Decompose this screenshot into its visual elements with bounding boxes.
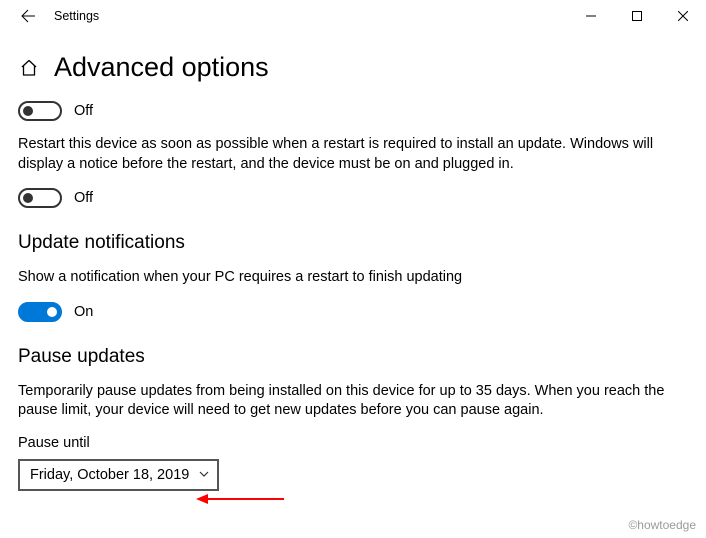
maximize-button[interactable]	[614, 0, 660, 32]
minimize-button[interactable]	[568, 0, 614, 32]
restart-description: Restart this device as soon as possible …	[18, 135, 688, 174]
pause-updates-heading: Pause updates	[18, 346, 688, 368]
toggle-1[interactable]	[18, 101, 62, 121]
home-icon[interactable]	[18, 57, 40, 79]
pause-updates-body: Temporarily pause updates from being ins…	[18, 382, 688, 421]
title-bar: Settings	[0, 0, 706, 32]
pause-until-dropdown[interactable]: Friday, October 18, 2019	[18, 459, 219, 491]
page-title: Advanced options	[54, 52, 269, 83]
minimize-icon	[586, 11, 596, 21]
home-icon-svg	[19, 58, 39, 78]
pause-until-value: Friday, October 18, 2019	[30, 467, 189, 483]
page-header: Advanced options	[18, 52, 688, 83]
toggle-2[interactable]	[18, 188, 62, 208]
watermark: ©howtoedge	[628, 518, 696, 532]
toggle-knob	[23, 106, 33, 116]
close-button[interactable]	[660, 0, 706, 32]
window-controls	[568, 0, 706, 32]
toggle-1-label: Off	[74, 103, 93, 119]
toggle-row-2: Off	[18, 188, 688, 208]
content-area: Advanced options Off Restart this device…	[0, 32, 706, 491]
pause-until-label: Pause until	[18, 435, 688, 451]
toggle-row-1: Off	[18, 101, 688, 121]
toggle-3-label: On	[74, 304, 93, 320]
toggle-knob	[23, 193, 33, 203]
chevron-down-icon	[199, 469, 209, 480]
app-title: Settings	[54, 9, 99, 23]
update-notifications-body: Show a notification when your PC require…	[18, 268, 688, 288]
back-button[interactable]	[8, 0, 48, 32]
close-icon	[678, 11, 688, 21]
back-arrow-icon	[20, 8, 36, 24]
update-notifications-heading: Update notifications	[18, 232, 688, 254]
maximize-icon	[632, 11, 642, 21]
toggle-2-label: Off	[74, 190, 93, 206]
toggle-knob	[47, 307, 57, 317]
annotation-arrow	[196, 493, 286, 505]
toggle-row-3: On	[18, 302, 688, 322]
toggle-3[interactable]	[18, 302, 62, 322]
